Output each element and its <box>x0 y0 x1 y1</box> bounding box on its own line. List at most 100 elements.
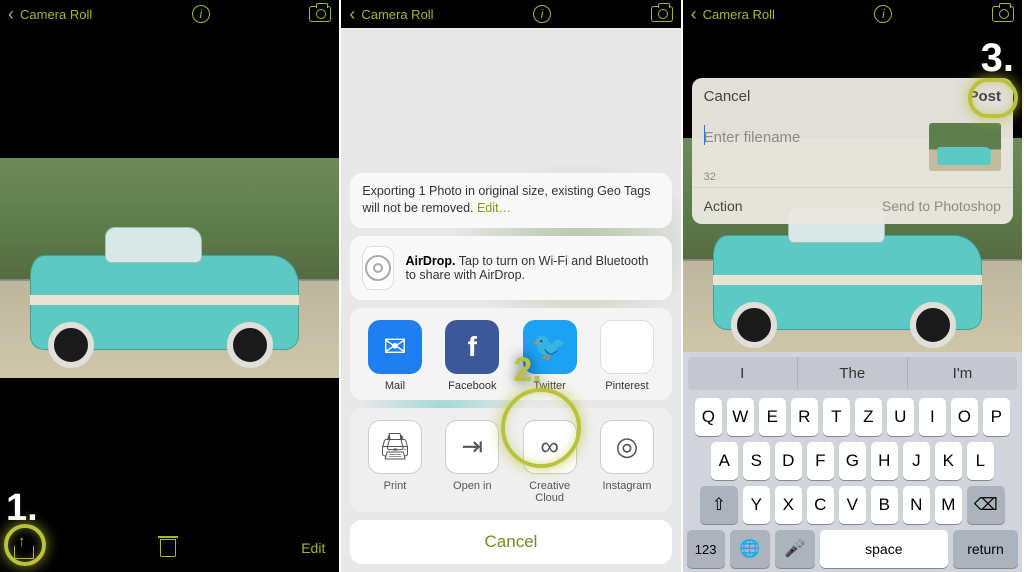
keyboard-row-1: QWERTZUIOP <box>687 398 1018 436</box>
key-f[interactable]: F <box>807 442 834 480</box>
share-actions-row: 🖨 Print ⇥ Open in ∞ Creative Cloud ◎ Ins… <box>350 408 671 512</box>
print-icon: 🖨 <box>368 420 422 474</box>
nav-bar: ‹ Camera Roll i <box>683 0 1022 28</box>
compose-action-dest: Send to Photoshop <box>882 198 1001 214</box>
action-print[interactable]: 🖨 Print <box>361 420 429 504</box>
share-app-mail[interactable]: ✉︎ Mail <box>361 320 429 392</box>
key-e[interactable]: E <box>759 398 786 436</box>
key-l[interactable]: L <box>967 442 994 480</box>
open-in-icon: ⇥ <box>445 420 499 474</box>
char-counter: 32 <box>692 171 1013 187</box>
key-n[interactable]: N <box>903 486 930 524</box>
back-chevron-icon[interactable]: ‹ <box>691 4 697 25</box>
camera-icon[interactable] <box>651 6 673 22</box>
back-chevron-icon[interactable]: ‹ <box>349 4 355 25</box>
airdrop-row[interactable]: AirDrop. Tap to turn on Wi-Fi and Blueto… <box>350 236 671 300</box>
compose-cancel-button[interactable]: Cancel <box>704 88 751 105</box>
instagram-icon: ◎ <box>600 420 654 474</box>
share-cancel-button[interactable]: Cancel <box>350 520 671 564</box>
compose-action-label[interactable]: Action <box>704 198 743 214</box>
key-k[interactable]: K <box>935 442 962 480</box>
key-v[interactable]: V <box>839 486 866 524</box>
key-return[interactable]: return <box>953 530 1018 568</box>
suggestion[interactable]: I'm <box>908 357 1017 390</box>
photo-thumbnail[interactable] <box>929 123 1001 171</box>
info-icon[interactable]: i <box>192 5 210 23</box>
info-icon[interactable]: i <box>874 5 892 23</box>
key-d[interactable]: D <box>775 442 802 480</box>
key-w[interactable]: W <box>727 398 754 436</box>
suggestion[interactable]: I <box>688 357 798 390</box>
share-app-facebook[interactable]: f Facebook <box>438 320 506 392</box>
airdrop-title: AirDrop. <box>406 254 456 268</box>
step-label-2: 2. <box>513 351 541 390</box>
compose-post-button[interactable]: Post <box>968 88 1001 105</box>
key-j[interactable]: J <box>903 442 930 480</box>
keyboard-suggestions: I The I'm <box>688 357 1017 390</box>
edit-button[interactable]: Edit <box>301 540 325 556</box>
key-a[interactable]: A <box>711 442 738 480</box>
key-g[interactable]: G <box>839 442 866 480</box>
key-i[interactable]: I <box>919 398 946 436</box>
back-label[interactable]: Camera Roll <box>20 7 92 22</box>
key-o[interactable]: O <box>951 398 978 436</box>
key-x[interactable]: X <box>775 486 802 524</box>
back-label[interactable]: Camera Roll <box>361 7 433 22</box>
step-label-3: 3. <box>981 36 1014 81</box>
keyboard-row-4: 123 🌐 🎤 space return <box>687 530 1018 568</box>
car-photo[interactable] <box>0 158 339 378</box>
nav-bar: ‹ Camera Roll i <box>0 0 339 28</box>
key-shift[interactable]: ⇧ <box>700 486 738 524</box>
export-edit-link[interactable]: Edit… <box>477 201 511 215</box>
key-q[interactable]: Q <box>695 398 722 436</box>
suggestion[interactable]: The <box>798 357 908 390</box>
key-z[interactable]: Z <box>855 398 882 436</box>
key-mic[interactable]: 🎤 <box>775 530 815 568</box>
export-note: Exporting 1 Photo in original size, exis… <box>350 173 671 228</box>
action-instagram[interactable]: ◎ Instagram <box>593 420 661 504</box>
key-t[interactable]: T <box>823 398 850 436</box>
key-p[interactable]: P <box>983 398 1010 436</box>
share-app-pinterest[interactable]: P Pinterest <box>593 320 661 392</box>
key-numbers[interactable]: 123 <box>687 530 725 568</box>
screen-3: ‹ Camera Roll i Cancel Post 32 Action Se… <box>683 0 1024 572</box>
keyboard: I The I'm QWERTZUIOP ASDFGHJKL ⇧YXCVBNM⌫… <box>683 352 1022 572</box>
key-y[interactable]: Y <box>743 486 770 524</box>
filename-input[interactable] <box>704 123 919 151</box>
nav-bar: ‹ Camera Roll i <box>341 0 680 28</box>
camera-icon[interactable] <box>309 6 331 22</box>
step-label-1: 1. <box>6 487 38 530</box>
key-s[interactable]: S <box>743 442 770 480</box>
action-creative-cloud[interactable]: ∞ Creative Cloud <box>516 420 584 504</box>
facebook-icon: f <box>445 320 499 374</box>
key-h[interactable]: H <box>871 442 898 480</box>
key-m[interactable]: M <box>935 486 962 524</box>
key-space[interactable]: space <box>820 530 948 568</box>
airdrop-icon <box>362 246 393 290</box>
photo-viewer <box>0 28 339 378</box>
key-c[interactable]: C <box>807 486 834 524</box>
share-icon[interactable] <box>14 537 34 559</box>
keyboard-row-3: ⇧YXCVBNM⌫ <box>687 486 1018 524</box>
key-r[interactable]: R <box>791 398 818 436</box>
share-apps-row: ✉︎ Mail f Facebook 🐦 Twitter P Pinterest <box>350 308 671 400</box>
key-u[interactable]: U <box>887 398 914 436</box>
creative-cloud-icon: ∞ <box>523 420 577 474</box>
keyboard-row-2: ASDFGHJKL <box>687 442 1018 480</box>
key-delete[interactable]: ⌫ <box>967 486 1005 524</box>
action-open-in[interactable]: ⇥ Open in <box>438 420 506 504</box>
share-sheet: Exporting 1 Photo in original size, exis… <box>350 173 671 564</box>
info-icon[interactable]: i <box>533 5 551 23</box>
key-b[interactable]: B <box>871 486 898 524</box>
back-label[interactable]: Camera Roll <box>703 7 775 22</box>
camera-icon[interactable] <box>992 6 1014 22</box>
bottom-toolbar: Edit <box>0 524 339 572</box>
trash-icon[interactable] <box>160 539 176 557</box>
screen-2: ‹ Camera Roll i Exporting 1 Photo in ori… <box>341 0 682 572</box>
text-cursor <box>704 125 706 145</box>
mail-icon: ✉︎ <box>368 320 422 374</box>
back-chevron-icon[interactable]: ‹ <box>8 4 14 25</box>
key-globe[interactable]: 🌐 <box>730 530 770 568</box>
screen-1: ‹ Camera Roll i Edit 1. <box>0 0 341 572</box>
compose-panel: Cancel Post 32 Action Send to Photoshop <box>692 78 1013 224</box>
